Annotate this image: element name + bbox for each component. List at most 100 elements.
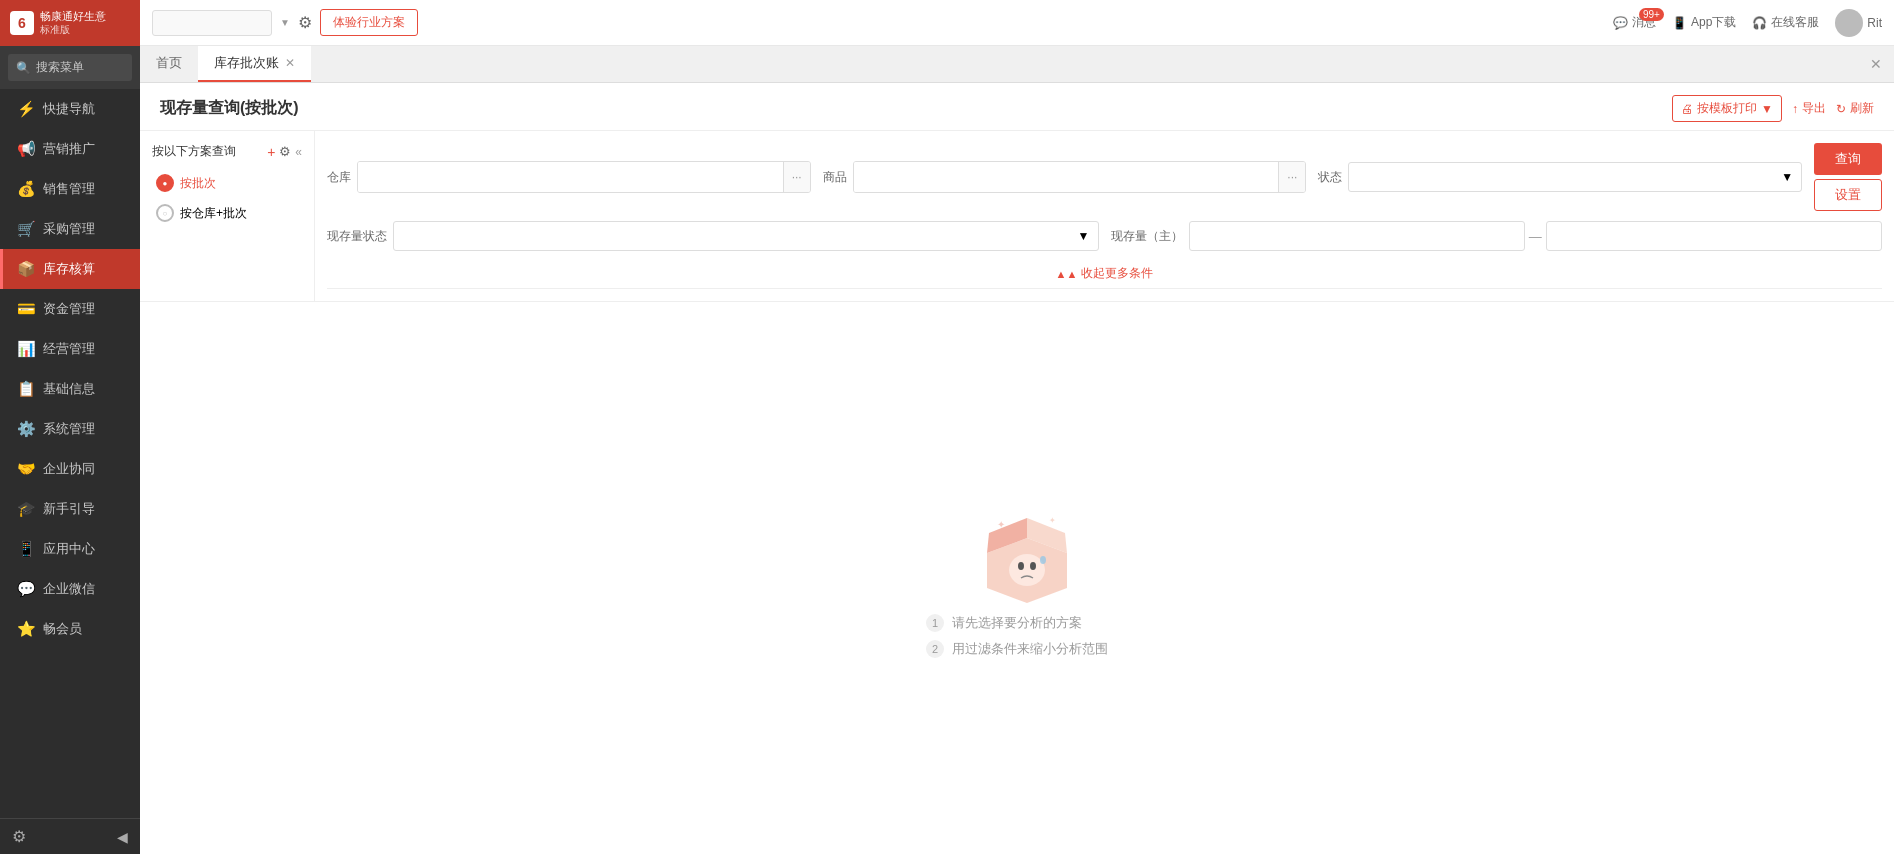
system-icon: ⚙️ — [17, 420, 35, 438]
current-qty-range: — — [1189, 221, 1883, 251]
filter-sidebar-actions: + ⚙ « — [267, 144, 302, 160]
current-qty-to[interactable] — [1546, 221, 1882, 251]
sidebar-item-system[interactable]: ⚙️ 系统管理 — [0, 409, 140, 449]
sidebar-item-sales[interactable]: 💰 销售管理 — [0, 169, 140, 209]
inventory-status-select[interactable]: ▼ — [393, 221, 1099, 251]
headset-icon: 🎧 — [1752, 16, 1767, 30]
scheme-batch-label: 按批次 — [180, 175, 216, 192]
warehouse-field: 仓库 ··· — [327, 161, 811, 193]
app-download-button[interactable]: 📱 App下载 — [1672, 14, 1736, 31]
svg-text:✦: ✦ — [1049, 516, 1056, 525]
action-buttons: 查询 设置 — [1814, 143, 1882, 211]
username-label: Rit — [1867, 16, 1882, 30]
sidebar-item-label: 快捷导航 — [43, 100, 95, 118]
add-scheme-button[interactable]: + — [267, 144, 275, 160]
sidebar-item-label: 营销推广 — [43, 140, 95, 158]
warehouse-input-group: ··· — [357, 161, 811, 193]
print-icon: 🖨 — [1681, 102, 1693, 116]
sidebar-item-label: 库存核算 — [43, 260, 95, 278]
page-content: 现存量查询(按批次) 🖨 按模板打印 ▼ ↑ 导出 ↻ 刷新 — [140, 83, 1894, 854]
tab-close-icon[interactable]: ✕ — [285, 57, 295, 69]
sidebar-item-purchase[interactable]: 🛒 采购管理 — [0, 209, 140, 249]
tab-home[interactable]: 首页 — [140, 46, 198, 82]
tab-inventory-batch[interactable]: 库存批次账 ✕ — [198, 46, 311, 82]
quick-nav-icon: ⚡ — [17, 100, 35, 118]
sidebar-toggle-button[interactable]: ◀ — [117, 829, 128, 845]
sidebar-item-label: 系统管理 — [43, 420, 95, 438]
sidebar-item-basics[interactable]: 📋 基础信息 — [0, 369, 140, 409]
sidebar-item-label: 经营管理 — [43, 340, 95, 358]
export-button[interactable]: ↑ 导出 — [1792, 100, 1826, 117]
online-service-button[interactable]: 🎧 在线客服 — [1752, 14, 1819, 31]
filter-fields-area: 仓库 ··· 商品 ··· — [315, 131, 1894, 301]
scheme-by-warehouse-batch[interactable]: ○ 按仓库+批次 — [152, 198, 302, 228]
warehouse-dots-button[interactable]: ··· — [783, 162, 810, 192]
sidebar-item-app-center[interactable]: 📱 应用中心 — [0, 529, 140, 569]
scheme-warehouse-batch-label: 按仓库+批次 — [180, 205, 247, 222]
app-logo: 6 — [10, 11, 34, 35]
phone-icon: 📱 — [1672, 16, 1687, 30]
current-qty-from[interactable] — [1189, 221, 1525, 251]
breadcrumb-dropdown-icon[interactable]: ▼ — [280, 17, 290, 28]
finance-icon: 💳 — [17, 300, 35, 318]
sidebar-item-marketing[interactable]: 📢 营销推广 — [0, 129, 140, 169]
breadcrumb-input[interactable] — [152, 10, 272, 36]
refresh-icon: ↻ — [1836, 102, 1846, 116]
goods-input[interactable] — [854, 162, 1279, 192]
svg-point-5 — [1030, 562, 1036, 570]
print-label: 按模板打印 — [1697, 100, 1757, 117]
settings-button[interactable]: 设置 — [1814, 179, 1882, 211]
sidebar-item-enterprise[interactable]: 🤝 企业协同 — [0, 449, 140, 489]
topbar-gear-icon[interactable]: ⚙ — [298, 13, 312, 32]
app-download-label: App下载 — [1691, 14, 1736, 31]
sidebar-item-finance[interactable]: 💳 资金管理 — [0, 289, 140, 329]
refresh-button[interactable]: ↻ 刷新 — [1836, 100, 1874, 117]
member-icon: ⭐ — [17, 620, 35, 638]
app-center-icon: 📱 — [17, 540, 35, 558]
inventory-status-label: 现存量状态 — [327, 228, 387, 245]
empty-tips: 1 请先选择要分析的方案 2 用过滤条件来缩小分析范围 — [926, 614, 1108, 658]
scheme-collapse-icon[interactable]: « — [295, 145, 302, 159]
svg-point-3 — [1009, 554, 1045, 586]
status-field: 状态 ▼ — [1318, 162, 1802, 192]
operations-icon: 📊 — [17, 340, 35, 358]
status-select[interactable]: ▼ — [1348, 162, 1802, 192]
newbie-icon: 🎓 — [17, 500, 35, 518]
query-button[interactable]: 查询 — [1814, 143, 1882, 175]
sidebar-item-operations[interactable]: 📊 经营管理 — [0, 329, 140, 369]
goods-dots-button[interactable]: ··· — [1278, 162, 1305, 192]
scheme-by-batch[interactable]: ● 按批次 — [152, 168, 302, 198]
print-button[interactable]: 🖨 按模板打印 ▼ — [1672, 95, 1782, 122]
collapse-more-conditions[interactable]: ▲▲ 收起更多条件 — [327, 259, 1882, 289]
messages-badge: 99+ — [1639, 8, 1664, 21]
page-title: 现存量查询(按批次) — [160, 98, 299, 119]
tip-1-text: 请先选择要分析的方案 — [952, 614, 1082, 632]
collapse-up-icon: ▲▲ — [1056, 268, 1078, 280]
sidebar-search-area: 🔍 搜索菜单 — [0, 46, 140, 89]
message-icon: 💬 — [1613, 16, 1628, 30]
sidebar-settings-button[interactable]: ⚙ — [12, 827, 26, 846]
empty-illustration: ✦ ✦ — [967, 498, 1067, 598]
sales-icon: 💰 — [17, 180, 35, 198]
online-service-label: 在线客服 — [1771, 14, 1819, 31]
sidebar-item-label: 企业协同 — [43, 460, 95, 478]
messages-button[interactable]: 💬 消息 99+ — [1613, 14, 1656, 31]
avatar — [1835, 9, 1863, 37]
sidebar-header: 6 畅康通好生意 标准版 — [0, 0, 140, 46]
search-menu-button[interactable]: 🔍 搜索菜单 — [8, 54, 132, 81]
tip-2-text: 用过滤条件来缩小分析范围 — [952, 640, 1108, 658]
sidebar-item-newbie[interactable]: 🎓 新手引导 — [0, 489, 140, 529]
experience-btn[interactable]: 体验行业方案 — [320, 9, 418, 36]
warehouse-input[interactable] — [358, 162, 783, 192]
sidebar-item-inventory[interactable]: 📦 库存核算 — [0, 249, 140, 289]
purchase-icon: 🛒 — [17, 220, 35, 238]
user-avatar-button[interactable]: Rit — [1835, 9, 1882, 37]
search-menu-label: 搜索菜单 — [36, 59, 84, 76]
sidebar-item-wechat[interactable]: 💬 企业微信 — [0, 569, 140, 609]
close-tab-area-button[interactable]: ✕ — [1858, 56, 1894, 72]
sidebar-item-quick-nav[interactable]: ⚡ 快捷导航 — [0, 89, 140, 129]
sidebar-item-member[interactable]: ⭐ 畅会员 — [0, 609, 140, 649]
scheme-settings-icon[interactable]: ⚙ — [279, 144, 291, 159]
current-qty-dash: — — [1529, 229, 1542, 244]
svg-point-4 — [1018, 562, 1024, 570]
